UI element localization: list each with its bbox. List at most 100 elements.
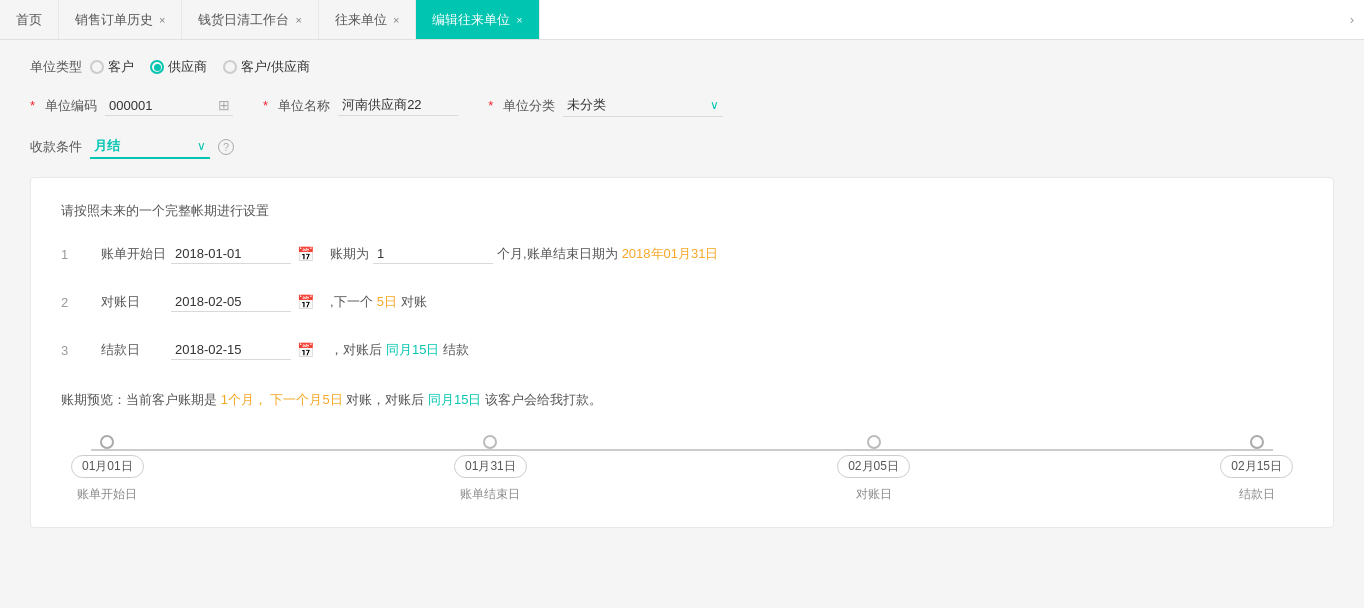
radio-customer-label: 客户	[108, 58, 134, 76]
row-3-suffix-pre: ，对账后	[330, 341, 382, 359]
row-1-label: 账单开始日	[101, 245, 171, 263]
category-field: * 单位分类 未分类 ∨	[488, 94, 723, 117]
timeline-dot-2	[867, 435, 881, 449]
category-label: 单位分类	[503, 97, 555, 115]
row-1-date-wrap: 📅	[171, 244, 314, 264]
row-1-suffix: 账期为 个月,账单结束日期为 2018年01月31日	[330, 244, 718, 264]
tab-partners[interactable]: 往来单位 ×	[319, 0, 416, 39]
setting-row-1: 1 账单开始日 📅 账期为 个月,账单结束日期为 2018年01月31日	[61, 244, 1303, 264]
row-2-cal-icon[interactable]: 📅	[297, 294, 314, 310]
payment-label: 收款条件	[30, 138, 82, 156]
radio-both-label: 客户/供应商	[241, 58, 310, 76]
row-2-suffix: ,下一个 5日 对账	[330, 293, 427, 311]
row-1-date-input[interactable]	[171, 244, 291, 264]
payment-select[interactable]: 月结 ∨	[90, 135, 210, 159]
row-2-num: 2	[61, 295, 81, 310]
radio-both-circle	[223, 60, 237, 74]
timeline-dot-0	[100, 435, 114, 449]
row-3-suffix-post: 结款	[443, 341, 469, 359]
tab-sales-history[interactable]: 销售订单历史 ×	[59, 0, 182, 39]
radio-supplier-label: 供应商	[168, 58, 207, 76]
code-copy-icon[interactable]: ⊞	[215, 97, 233, 113]
main-content: 单位类型 客户 供应商 客户/供应商 * 单位编码	[0, 40, 1364, 608]
preview-part2: 下一个月5日	[270, 392, 342, 407]
tab-more-icon: ›	[1350, 12, 1354, 27]
timeline-desc-2: 对账日	[856, 486, 892, 503]
radio-customer-circle	[90, 60, 104, 74]
timeline-dot-1	[483, 435, 497, 449]
row-3-cal-icon[interactable]: 📅	[297, 342, 314, 358]
unit-type-label: 单位类型	[30, 58, 82, 76]
payment-field: 收款条件 月结 ∨ ?	[30, 135, 234, 159]
payment-dropdown-icon: ∨	[197, 139, 206, 153]
card-title: 请按照未来的一个完整帐期进行设置	[61, 202, 1303, 220]
timeline-dot-3	[1250, 435, 1264, 449]
category-select[interactable]: 未分类 ∨	[563, 94, 723, 117]
row-2-highlight: 5日	[377, 293, 397, 311]
tab-cash-work[interactable]: 钱货日清工作台 ×	[182, 0, 318, 39]
row-2-date-input[interactable]	[171, 292, 291, 312]
tabs-bar: 首页 销售订单历史 × 钱货日清工作台 × 往来单位 × 编辑往来单位 × ›	[0, 0, 1364, 40]
row-3-date-wrap: 📅	[171, 340, 314, 360]
timeline-node-3: 02月15日 结款日	[1220, 435, 1293, 503]
preview-prefix: 账期预览：当前客户账期是	[61, 392, 217, 407]
category-dropdown-icon: ∨	[710, 98, 719, 112]
row-1-num: 1	[61, 247, 81, 262]
setting-row-2: 2 对账日 📅 ,下一个 5日 对账	[61, 292, 1303, 312]
tab-cash-work-close[interactable]: ×	[295, 14, 301, 26]
timeline-desc-3: 结款日	[1239, 486, 1275, 503]
timeline: 01月01日 账单开始日 01月31日 账单结束日 02月05日 对账日 02月…	[61, 435, 1303, 503]
radio-both[interactable]: 客户/供应商	[223, 58, 310, 76]
code-name-category-row: * 单位编码 ⊞ * 单位名称 * 单位分类 未分类 ∨	[30, 94, 1334, 117]
tab-edit-partner-label: 编辑往来单位	[432, 11, 510, 29]
radio-customer[interactable]: 客户	[90, 58, 134, 76]
timeline-node-0: 01月01日 账单开始日	[71, 435, 144, 503]
row-2-suffix-post: 对账	[401, 293, 427, 311]
unit-type-field: 单位类型 客户 供应商 客户/供应商	[30, 58, 310, 76]
help-icon-text: ?	[223, 141, 229, 153]
timeline-node-1: 01月31日 账单结束日	[454, 435, 527, 503]
row-3-num: 3	[61, 343, 81, 358]
preview-part1: 1个月，	[221, 392, 267, 407]
tab-home[interactable]: 首页	[0, 0, 59, 39]
preview-part4: 同月15日	[428, 392, 481, 407]
name-field: * 单位名称	[263, 96, 458, 116]
category-select-value: 未分类	[567, 96, 606, 114]
radio-group-unit-type: 客户 供应商 客户/供应商	[90, 58, 310, 76]
row-1-cal-icon[interactable]: 📅	[297, 246, 314, 262]
tab-partners-label: 往来单位	[335, 11, 387, 29]
timeline-tag-3: 02月15日	[1220, 455, 1293, 478]
code-input-wrap: ⊞	[105, 96, 233, 116]
setting-row-3: 3 结款日 📅 ，对账后 同月15日 结款	[61, 340, 1303, 360]
code-field: * 单位编码 ⊞	[30, 96, 233, 116]
category-required-star: *	[488, 98, 493, 113]
tab-edit-partner[interactable]: 编辑往来单位 ×	[416, 0, 539, 39]
unit-type-row: 单位类型 客户 供应商 客户/供应商	[30, 58, 1334, 76]
row-1-suffix-mid: 个月,账单结束日期为	[497, 245, 618, 263]
tab-cash-work-label: 钱货日清工作台	[198, 11, 289, 29]
code-input[interactable]	[105, 96, 215, 115]
timeline-tag-2: 02月05日	[837, 455, 910, 478]
preview-suffix: 该客户会给我打款。	[485, 392, 602, 407]
row-3-date-input[interactable]	[171, 340, 291, 360]
tab-more-button[interactable]: ›	[1340, 0, 1364, 39]
tab-edit-partner-close[interactable]: ×	[516, 14, 522, 26]
row-2-date-wrap: 📅	[171, 292, 314, 312]
timeline-desc-1: 账单结束日	[460, 486, 520, 503]
row-1-suffix-pre: 账期为	[330, 245, 369, 263]
tab-partners-close[interactable]: ×	[393, 14, 399, 26]
name-input[interactable]	[338, 96, 458, 116]
row-3-suffix: ，对账后 同月15日 结款	[330, 341, 469, 359]
row-3-label: 结款日	[101, 341, 171, 359]
payment-row: 收款条件 月结 ∨ ?	[30, 135, 1334, 159]
period-input[interactable]	[373, 244, 493, 264]
tab-sales-history-close[interactable]: ×	[159, 14, 165, 26]
radio-supplier[interactable]: 供应商	[150, 58, 207, 76]
row-1-end-date: 2018年01月31日	[622, 245, 719, 263]
preview-text: 账期预览：当前客户账期是 1个月， 下一个月5日 对账，对账后 同月15日 该客…	[61, 388, 1303, 411]
row-2-suffix-pre: ,下一个	[330, 293, 373, 311]
payment-help-icon[interactable]: ?	[218, 139, 234, 155]
tab-home-label: 首页	[16, 11, 42, 29]
payment-select-value: 月结	[94, 137, 120, 155]
row-3-highlight: 同月15日	[386, 341, 439, 359]
